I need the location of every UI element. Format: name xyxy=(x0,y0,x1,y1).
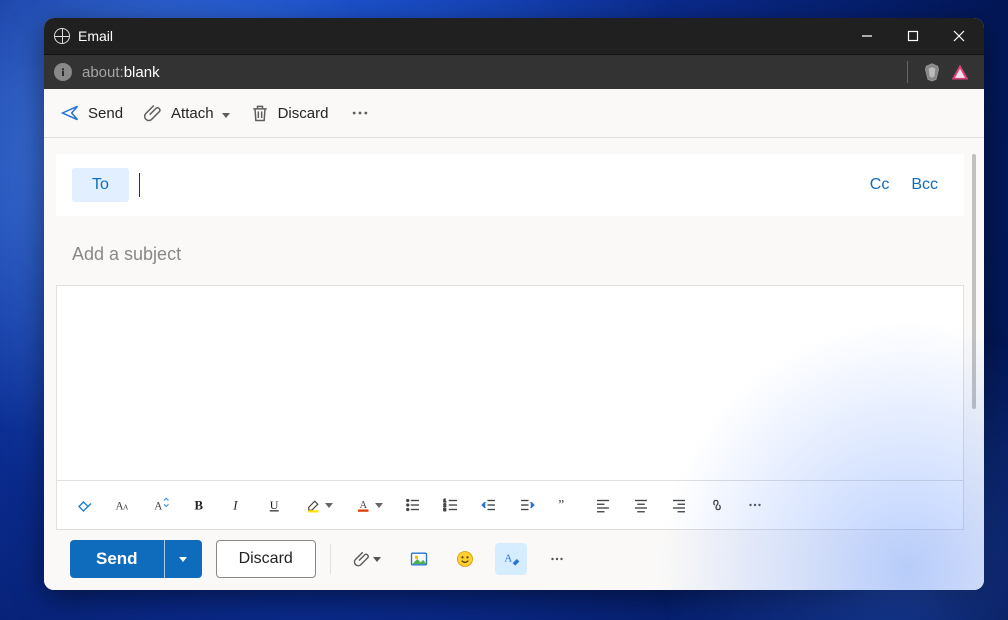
trash-icon xyxy=(250,103,270,123)
chevron-down-icon xyxy=(325,503,333,508)
svg-text:A: A xyxy=(360,500,368,511)
chevron-down-icon xyxy=(179,557,187,562)
align-center-button[interactable] xyxy=(623,489,659,521)
address-suffix: blank xyxy=(124,64,160,81)
underline-button[interactable]: U xyxy=(257,489,293,521)
window: Email about:blank xyxy=(44,18,984,590)
discard-button-top[interactable]: Discard xyxy=(240,97,339,129)
cc-button[interactable]: Cc xyxy=(864,172,896,198)
format-more-button[interactable] xyxy=(737,489,773,521)
to-button[interactable]: To xyxy=(72,168,129,202)
site-info-icon[interactable] xyxy=(54,63,72,81)
send-icon xyxy=(60,103,80,123)
decrease-indent-button[interactable] xyxy=(471,489,507,521)
compose-card: To Cc Bcc AA xyxy=(56,154,964,578)
address-prefix: about: xyxy=(82,64,124,81)
address-bar: about:blank xyxy=(44,54,984,89)
svg-text:A: A xyxy=(154,501,163,513)
separator xyxy=(330,544,331,574)
maximize-button[interactable] xyxy=(890,18,936,54)
format-toolbar: AA A B I U xyxy=(56,481,964,530)
more-actions-button[interactable] xyxy=(338,97,382,129)
align-right-button[interactable] xyxy=(661,489,697,521)
increase-indent-button[interactable] xyxy=(509,489,545,521)
font-color-button[interactable]: A xyxy=(345,489,393,521)
address-text[interactable]: about:blank xyxy=(82,64,160,81)
bottom-action-bar: Send Discard xyxy=(56,530,964,578)
svg-text:A: A xyxy=(123,503,129,512)
svg-text:A: A xyxy=(504,553,512,565)
insert-emoji-button[interactable] xyxy=(449,543,481,575)
message-body-editor[interactable] xyxy=(56,285,964,481)
svg-text:”: ” xyxy=(558,497,564,512)
chevron-down-icon xyxy=(373,557,381,562)
discard-label: Discard xyxy=(278,105,329,122)
minimize-button[interactable] xyxy=(844,18,890,54)
chevron-down-icon xyxy=(375,503,383,508)
more-icon xyxy=(350,103,370,123)
send-button-label: Send xyxy=(96,549,138,569)
send-label: Send xyxy=(88,105,123,122)
quote-button[interactable]: ” xyxy=(547,489,583,521)
svg-text:3: 3 xyxy=(444,507,447,512)
scrollbar-thumb[interactable] xyxy=(972,154,976,409)
insert-picture-button[interactable] xyxy=(403,543,435,575)
highlight-color-button[interactable] xyxy=(295,489,343,521)
close-button[interactable] xyxy=(936,18,982,54)
format-painter-button[interactable] xyxy=(67,489,103,521)
more-inline-button[interactable] xyxy=(541,543,573,575)
title-bar: Email xyxy=(44,18,984,54)
send-button-top[interactable]: Send xyxy=(50,97,133,129)
svg-text:U: U xyxy=(270,498,279,512)
attach-button[interactable]: Attach xyxy=(133,97,240,129)
chevron-down-icon xyxy=(222,105,230,122)
send-button[interactable]: Send xyxy=(70,540,164,578)
globe-icon xyxy=(54,28,70,44)
italic-button[interactable]: I xyxy=(219,489,255,521)
window-title: Email xyxy=(78,28,113,44)
insert-link-button[interactable] xyxy=(699,489,735,521)
svg-text:B: B xyxy=(195,499,204,513)
font-button[interactable]: AA xyxy=(105,489,141,521)
to-input[interactable] xyxy=(139,173,854,197)
extension-triangle-icon[interactable] xyxy=(950,62,970,82)
bullet-list-button[interactable] xyxy=(395,489,431,521)
toggle-formatting-button[interactable]: A xyxy=(495,543,527,575)
align-left-button[interactable] xyxy=(585,489,621,521)
send-options-button[interactable] xyxy=(164,540,202,578)
bcc-button[interactable]: Bcc xyxy=(905,172,944,198)
discard-button[interactable]: Discard xyxy=(216,540,316,578)
brave-shield-icon[interactable] xyxy=(922,62,942,82)
recipients-row: To Cc Bcc xyxy=(56,154,964,216)
paperclip-icon xyxy=(143,103,163,123)
svg-text:I: I xyxy=(232,499,238,513)
send-split-button: Send xyxy=(70,540,202,578)
attach-label: Attach xyxy=(171,105,214,122)
attach-inline-button[interactable] xyxy=(345,543,389,575)
compose-area: To Cc Bcc AA xyxy=(44,138,984,590)
subject-row xyxy=(56,240,964,285)
numbered-list-button[interactable]: 1 2 3 xyxy=(433,489,469,521)
subject-input[interactable] xyxy=(72,244,948,265)
font-size-button[interactable]: A xyxy=(143,489,179,521)
separator xyxy=(907,61,908,83)
top-toolbar: Send Attach Discard xyxy=(44,89,984,138)
bold-button[interactable]: B xyxy=(181,489,217,521)
discard-button-label: Discard xyxy=(239,550,293,567)
scrollbar[interactable] xyxy=(970,154,979,578)
